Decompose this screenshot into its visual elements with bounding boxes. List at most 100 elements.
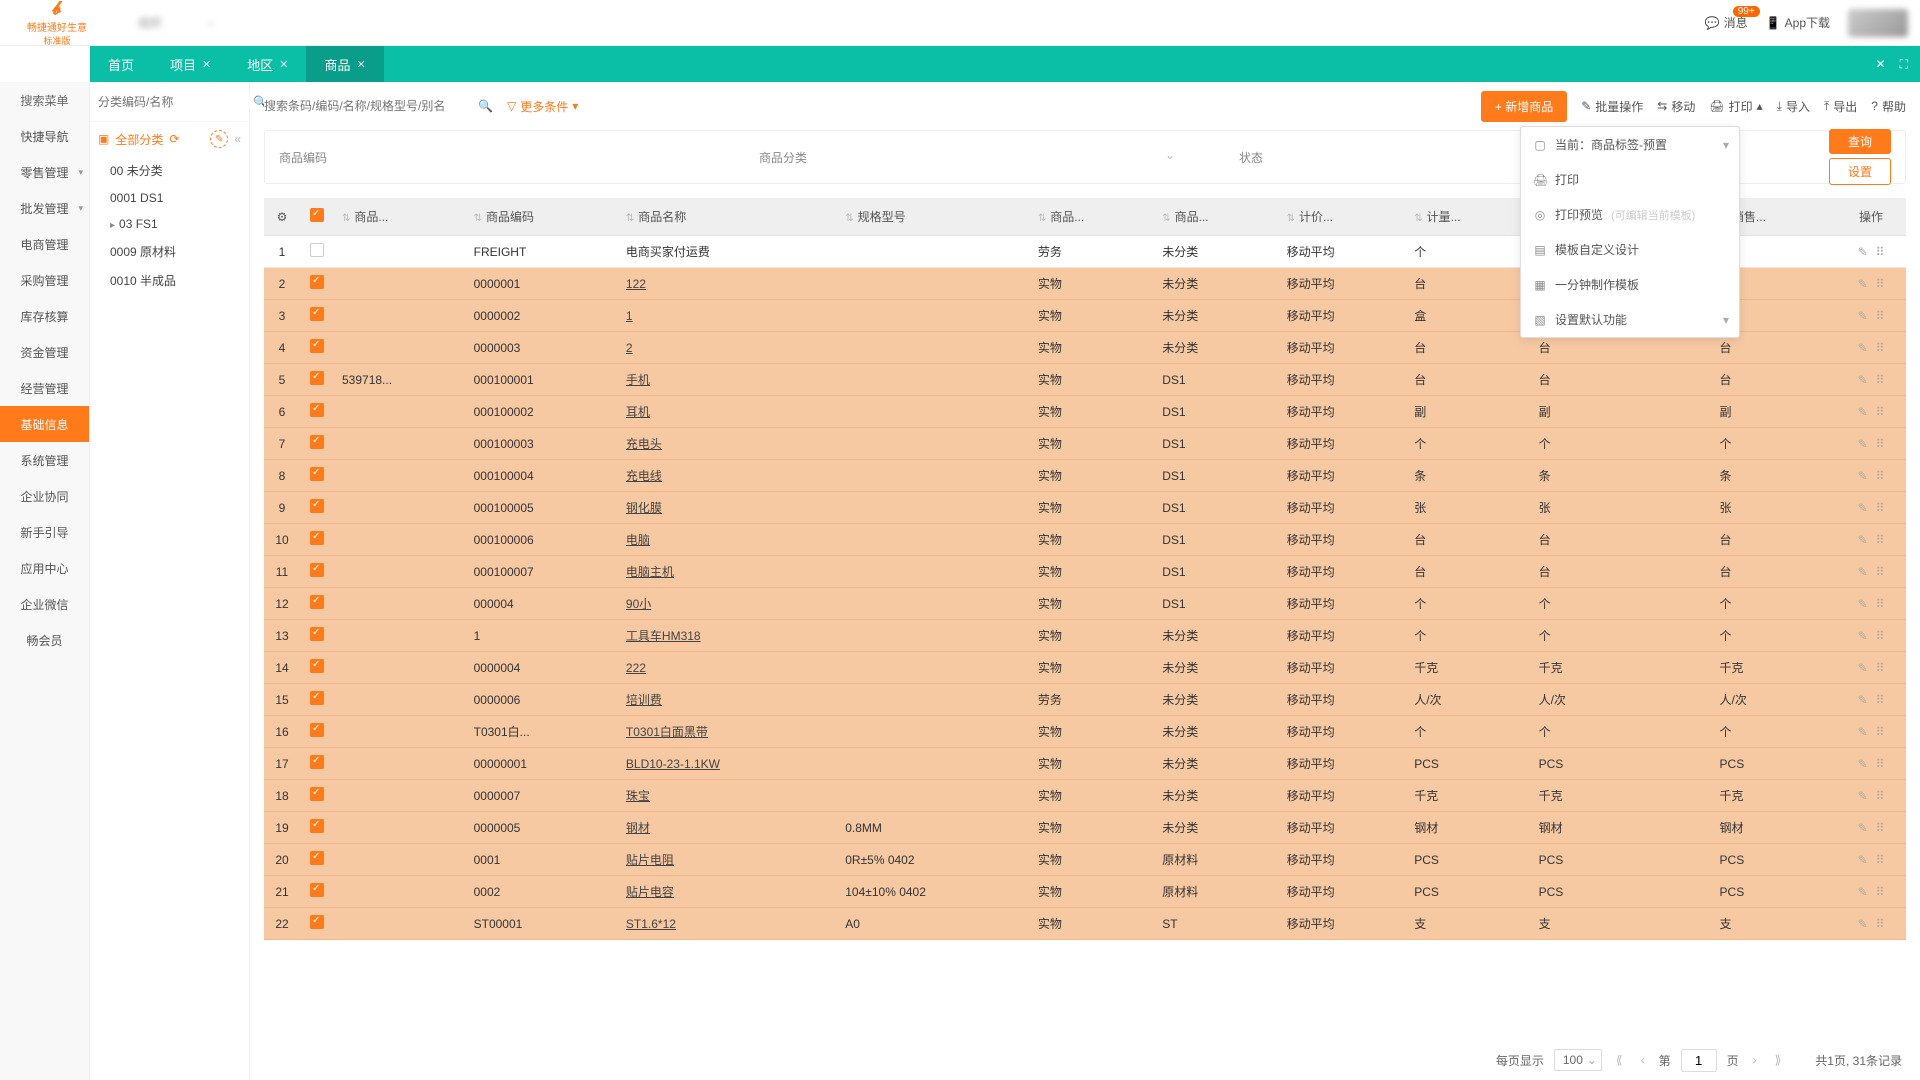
sidebar-item[interactable]: 企业微信 [0, 586, 89, 622]
row-checkbox[interactable] [310, 467, 324, 481]
user-avatar[interactable] [1848, 9, 1908, 37]
close-icon[interactable]: ✕ [279, 58, 288, 71]
edit-icon[interactable]: ✎ [1858, 661, 1868, 675]
column-header[interactable]: 操作 [1836, 198, 1906, 236]
more-icon[interactable]: ⠿ [1876, 405, 1885, 419]
more-icon[interactable]: ⠿ [1876, 533, 1885, 547]
app-download-button[interactable]: 📱 App下载 [1766, 14, 1830, 31]
table-row[interactable]: 11000100007电脑主机实物DS1移动平均台台台✎⠿ [264, 556, 1906, 588]
help-button[interactable]: ?帮助 [1871, 98, 1906, 115]
move-button[interactable]: ⇆移动 [1657, 98, 1695, 115]
sidebar-item[interactable]: 基础信息 [0, 406, 89, 442]
tab-项目[interactable]: 项目✕ [152, 46, 229, 82]
product-name-link[interactable]: 90小 [626, 597, 651, 611]
column-header[interactable] [300, 198, 334, 236]
more-icon[interactable]: ⠿ [1876, 917, 1885, 931]
edit-icon[interactable]: ✎ [1858, 309, 1868, 323]
sidebar-item[interactable]: 应用中心 [0, 550, 89, 586]
more-icon[interactable]: ⠿ [1876, 789, 1885, 803]
tree-collapse-icon[interactable]: « [234, 132, 241, 146]
product-name-link[interactable]: 贴片电容 [626, 885, 674, 899]
fullscreen-button[interactable]: ⛶ [1900, 57, 1908, 72]
sidebar-item[interactable]: 零售管理 [0, 154, 89, 190]
filter-code-input[interactable] [339, 142, 699, 172]
tree-node[interactable]: 0010 半成品 [90, 266, 249, 295]
edit-icon[interactable]: ✎ [1858, 533, 1868, 547]
tree-node[interactable]: 03 FS1 [90, 211, 249, 237]
table-row[interactable]: 190000005钢材0.8MM实物未分类移动平均钢材钢材钢材✎⠿ [264, 812, 1906, 844]
tab-商品[interactable]: 商品✕ [306, 46, 383, 82]
column-header[interactable]: 商品名称 [618, 198, 837, 236]
more-filters-button[interactable]: ▽ 更多条件 ▾ [507, 98, 578, 115]
sidebar-item[interactable]: 畅会员 [0, 622, 89, 658]
first-page-button[interactable]: ⟪ [1612, 1053, 1627, 1067]
template-custom-item[interactable]: ▤模板自定义设计 [1521, 232, 1739, 267]
product-name-link[interactable]: 电脑主机 [626, 565, 674, 579]
table-row[interactable]: 5539718...000100001手机实物DS1移动平均台台台✎⠿ [264, 364, 1906, 396]
product-name-link[interactable]: 充电头 [626, 437, 662, 451]
tree-node[interactable]: 0001 DS1 [90, 185, 249, 211]
messages-button[interactable]: 💬 消息 99+ [1705, 14, 1748, 31]
product-name-link[interactable]: 122 [626, 277, 646, 291]
column-header[interactable]: 商品... [334, 198, 466, 236]
print-button[interactable]: 🖨打印▴ [1709, 98, 1762, 115]
sidebar-item[interactable]: 库存核算 [0, 298, 89, 334]
tree-all-label[interactable]: 全部分类 [115, 131, 163, 148]
row-checkbox[interactable] [310, 531, 324, 545]
page-input[interactable] [1681, 1049, 1717, 1072]
sidebar-search[interactable]: 搜索菜单 [0, 82, 89, 118]
product-name-link[interactable]: BLD10-23-1.1KW [626, 757, 720, 771]
settings-button[interactable]: 设置 [1829, 158, 1891, 185]
org-selector[interactable]: 组织 [126, 10, 222, 35]
product-name-link[interactable]: 耳机 [626, 405, 650, 419]
tree-node[interactable]: 0009 原材料 [90, 237, 249, 266]
more-icon[interactable]: ⠿ [1876, 725, 1885, 739]
more-icon[interactable]: ⠿ [1876, 853, 1885, 867]
table-row[interactable]: 22ST00001ST1.6*12A0实物ST移动平均支支支✎⠿ [264, 908, 1906, 940]
row-checkbox[interactable] [310, 499, 324, 513]
edit-icon[interactable]: ✎ [1858, 405, 1868, 419]
product-name-link[interactable]: 钢材 [626, 821, 650, 835]
edit-icon[interactable]: ✎ [1858, 821, 1868, 835]
row-checkbox[interactable] [310, 403, 324, 417]
row-checkbox[interactable] [310, 659, 324, 673]
more-icon[interactable]: ⠿ [1876, 629, 1885, 643]
sidebar-item[interactable]: 新手引导 [0, 514, 89, 550]
select-all-checkbox[interactable] [310, 208, 324, 222]
edit-icon[interactable]: ✎ [1858, 437, 1868, 451]
column-header[interactable]: 商品... [1154, 198, 1278, 236]
edit-icon[interactable]: ✎ [1858, 629, 1868, 643]
search-icon[interactable]: 🔍 [478, 99, 493, 113]
more-icon[interactable]: ⠿ [1876, 245, 1885, 259]
row-checkbox[interactable] [310, 435, 324, 449]
table-row[interactable]: 1200000490小实物DS1移动平均个个个✎⠿ [264, 588, 1906, 620]
edit-icon[interactable]: ✎ [1858, 789, 1868, 803]
edit-icon[interactable]: ✎ [1858, 277, 1868, 291]
product-name-link[interactable]: 钢化膜 [626, 501, 662, 515]
tree-edit-icon[interactable]: ✎ [210, 130, 228, 148]
edit-icon[interactable]: ✎ [1858, 565, 1868, 579]
edit-icon[interactable]: ✎ [1858, 885, 1868, 899]
quick-template-item[interactable]: ▦一分钟制作模板 [1521, 267, 1739, 302]
export-button[interactable]: ⤒导出 [1824, 98, 1857, 115]
gear-icon[interactable]: ⚙ [277, 210, 288, 224]
more-icon[interactable]: ⠿ [1876, 277, 1885, 291]
product-search-input[interactable] [264, 99, 464, 113]
sidebar-item[interactable]: 采购管理 [0, 262, 89, 298]
column-header[interactable]: 商品编码 [466, 198, 618, 236]
table-row[interactable]: 200001贴片电阻0R±5% 0402实物原材料移动平均PCSPCSPCS✎⠿ [264, 844, 1906, 876]
query-button[interactable]: 查询 [1829, 129, 1891, 154]
more-icon[interactable]: ⠿ [1876, 885, 1885, 899]
product-name-link[interactable]: 222 [626, 661, 646, 675]
more-icon[interactable]: ⠿ [1876, 437, 1885, 451]
edit-icon[interactable]: ✎ [1858, 853, 1868, 867]
last-page-button[interactable]: ⟫ [1771, 1053, 1786, 1067]
column-header[interactable]: ⚙ [264, 198, 300, 236]
edit-icon[interactable]: ✎ [1858, 693, 1868, 707]
column-header[interactable]: 计价... [1279, 198, 1407, 236]
print-current-item[interactable]: ▢当前：商品标签-预置 [1521, 127, 1739, 162]
more-icon[interactable]: ⠿ [1876, 469, 1885, 483]
sidebar-item[interactable]: 电商管理 [0, 226, 89, 262]
row-checkbox[interactable] [310, 691, 324, 705]
sidebar-item[interactable]: 批发管理 [0, 190, 89, 226]
